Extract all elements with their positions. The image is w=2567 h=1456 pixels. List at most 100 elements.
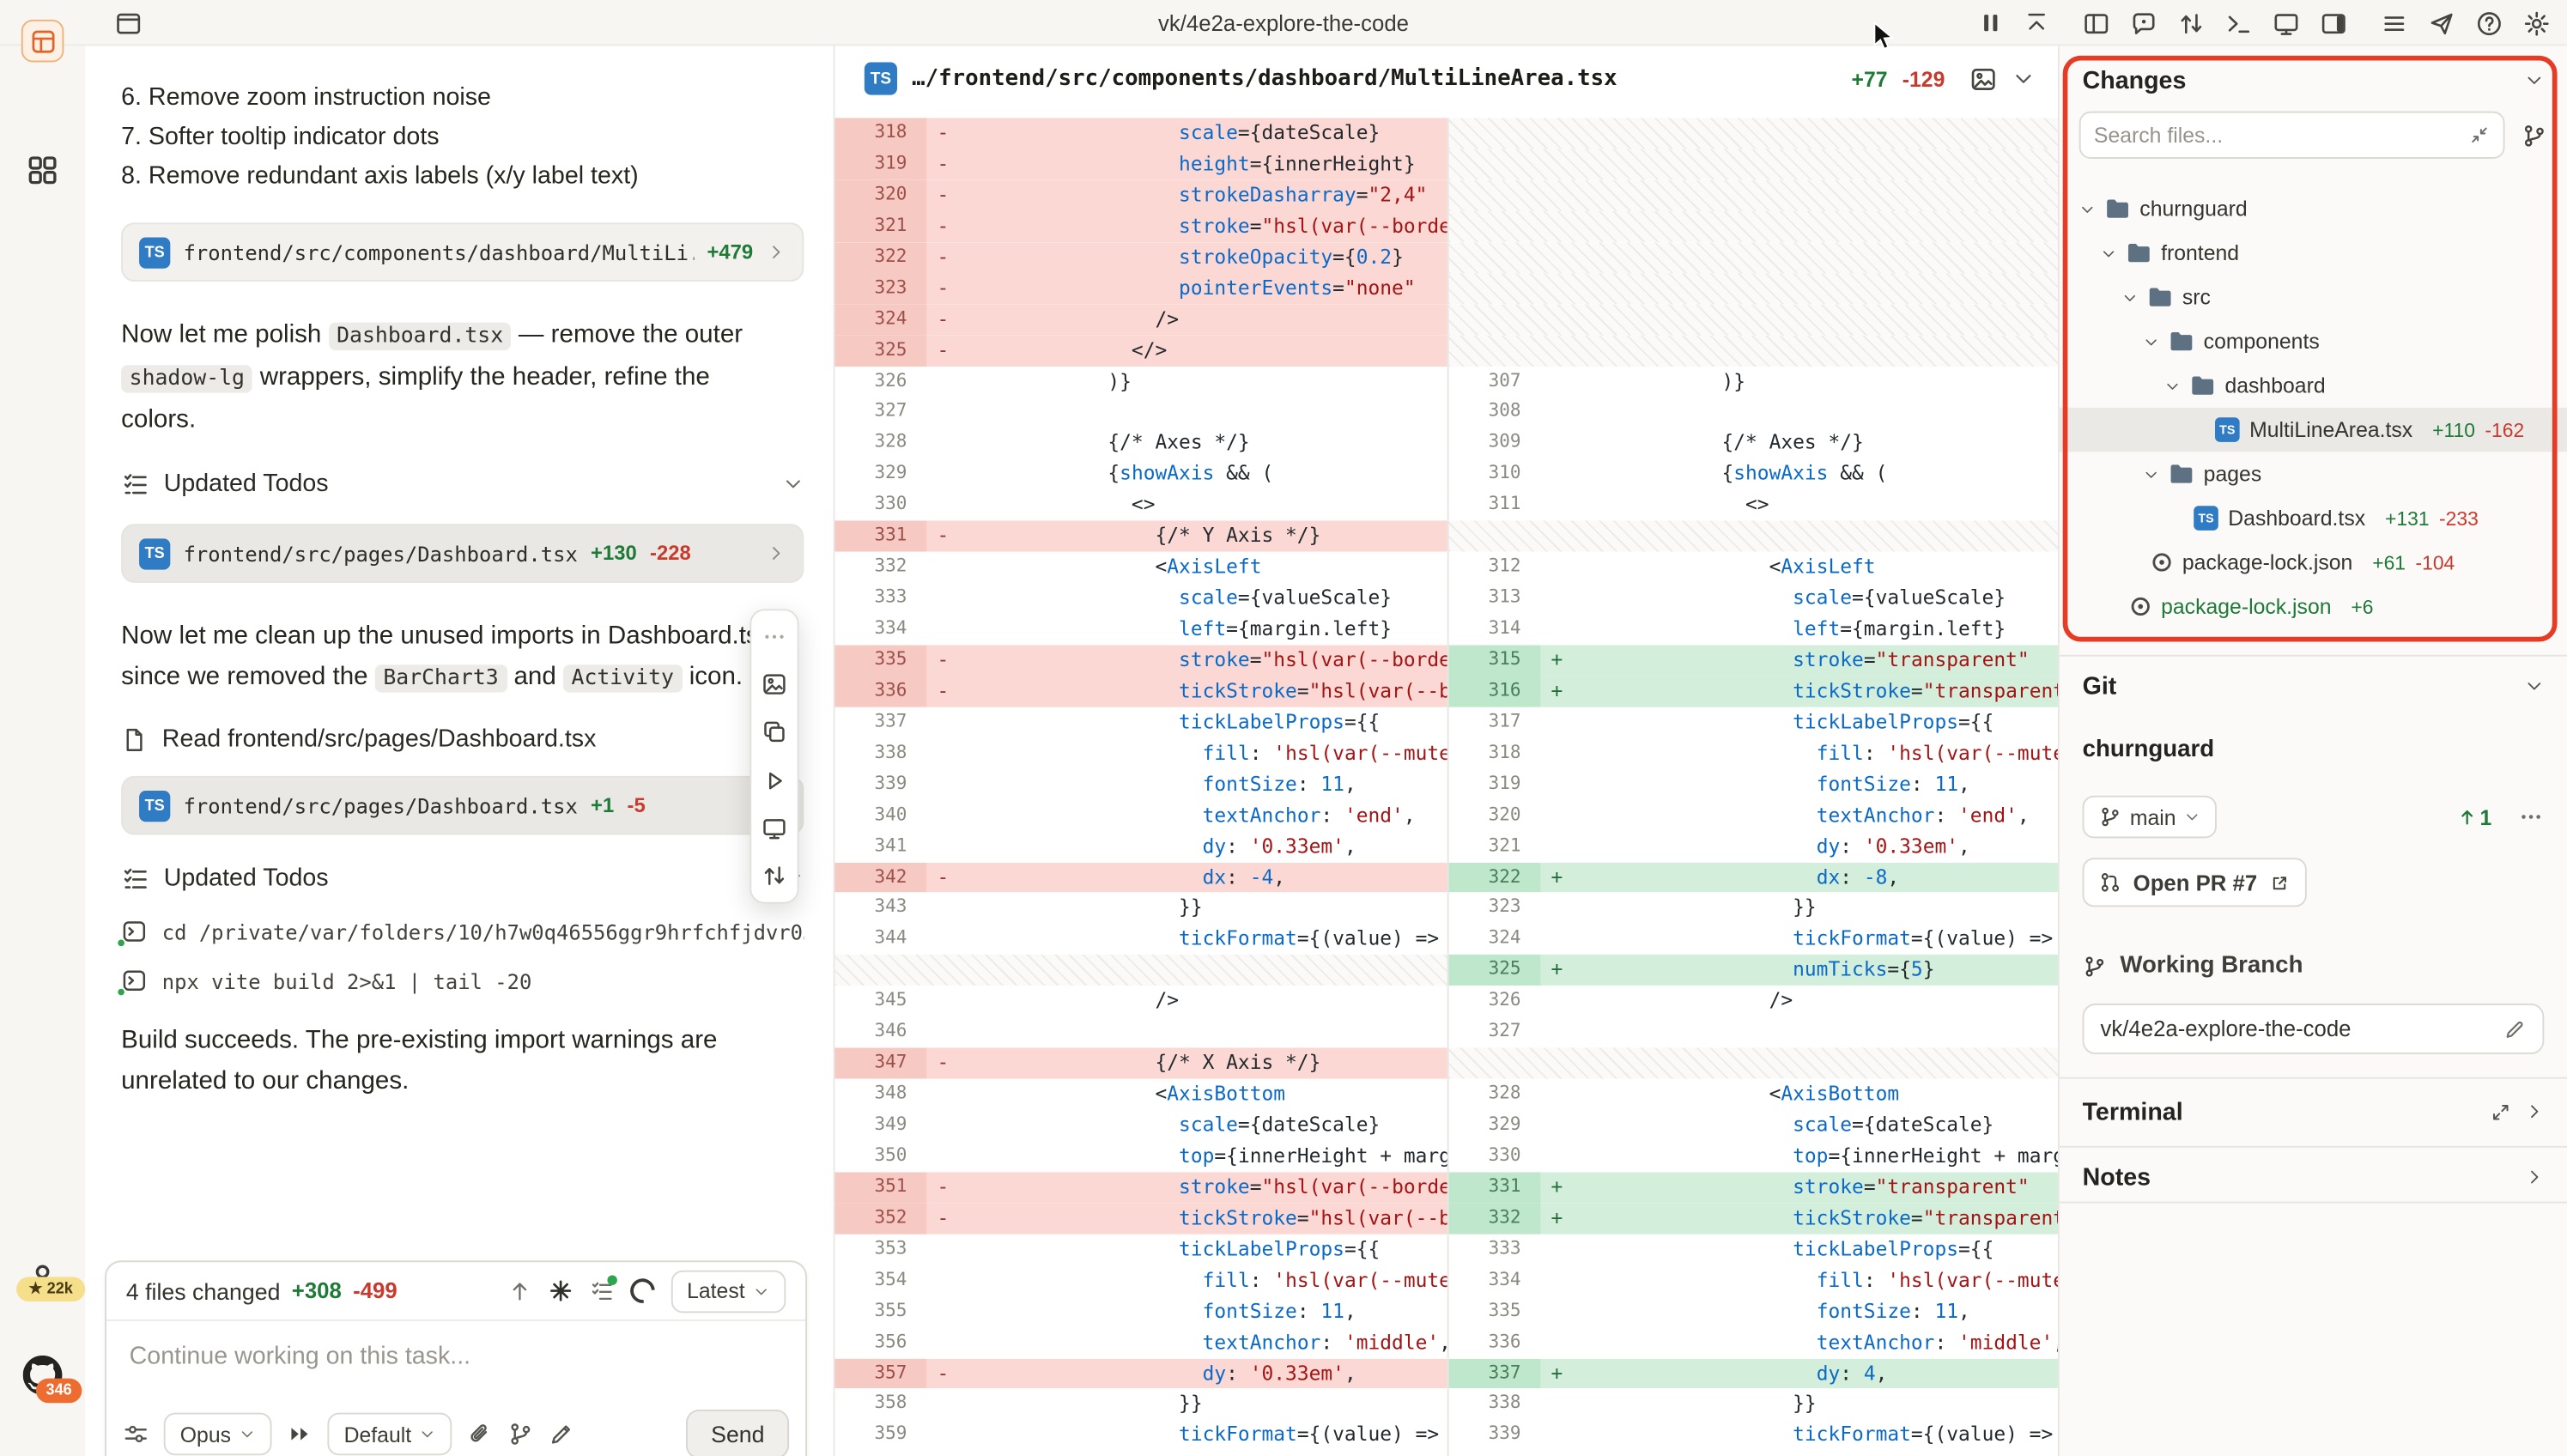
terminal-command-row[interactable]: cd /private/var/folders/10/h7w0q46556ggr… — [121, 919, 804, 945]
edit-button[interactable] — [549, 1421, 575, 1447]
chevron-down-icon — [2143, 333, 2159, 349]
git-section-header[interactable]: Git — [2060, 664, 2567, 707]
collapse-diff-button[interactable] — [2012, 67, 2036, 90]
edit-branch-button[interactable] — [2503, 1017, 2527, 1040]
terminal-command-row[interactable]: npx vite build 2>&1 | tail -20 — [121, 968, 804, 994]
paperclip-icon — [467, 1421, 494, 1447]
run-button[interactable] — [762, 767, 788, 793]
tree-folder-churnguard[interactable]: churnguard — [2060, 186, 2567, 230]
tree-folder-src[interactable]: src — [2060, 275, 2567, 318]
tree-file-multilinearea-tsx[interactable]: TSMultiLineArea.tsx+110-162 — [2060, 408, 2567, 452]
image-view-button[interactable] — [1969, 64, 1997, 92]
display-button[interactable] — [762, 815, 788, 841]
sparkle-button[interactable] — [548, 1278, 573, 1303]
copy-button[interactable] — [762, 719, 788, 746]
todos-row[interactable]: Updated Todos — [121, 470, 804, 497]
tree-folder-components[interactable]: components — [2060, 319, 2567, 363]
notes-section-header[interactable]: Notes — [2060, 1156, 2567, 1198]
deletions-count: -5 — [628, 794, 646, 817]
diff-right-line: 311 <> — [1447, 490, 2060, 521]
tree-file-package-lock-json[interactable]: package-lock.json+61-104 — [2060, 540, 2567, 584]
diff-right-line — [1447, 273, 2060, 304]
settings-sliders-button[interactable] — [123, 1421, 149, 1447]
diff-row: 318- scale={dateScale} — [835, 118, 2060, 149]
send-button[interactable]: Send — [687, 1410, 790, 1456]
columns-view-button[interactable] — [2083, 9, 2110, 36]
gear-icon — [2523, 9, 2551, 36]
chevron-right-icon[interactable] — [2524, 1101, 2544, 1121]
diff-left-line: 337 tickLabelProps={{ — [835, 707, 1447, 737]
changes-section-header[interactable]: Changes — [2060, 59, 2567, 102]
settings-button[interactable] — [2523, 9, 2551, 36]
tree-folder-pages[interactable]: pages — [2060, 452, 2567, 495]
diff-left-line: 357- dy: '0.33em', — [835, 1358, 1447, 1389]
tree-folder-frontend[interactable]: frontend — [2060, 231, 2567, 275]
model-dropdown[interactable]: Opus — [164, 1413, 272, 1456]
file-diff-chip[interactable]: TS frontend/src/pages/Dashboard.tsx +1 -… — [121, 776, 804, 835]
file-search-input[interactable]: Search files... — [2079, 112, 2505, 159]
attach-button[interactable] — [467, 1421, 494, 1447]
file-diff-chip[interactable]: TS frontend/src/pages/Dashboard.tsx +130… — [121, 524, 804, 583]
diff-row: 334 left={margin.left}314 left={margin.l… — [835, 614, 2060, 645]
tree-file-dashboard-tsx[interactable]: TSDashboard.tsx+131-233 — [2060, 496, 2567, 540]
scroll-up-button[interactable] — [507, 1278, 531, 1303]
branch-dropdown[interactable]: main — [2083, 796, 2218, 839]
collapse-tree-button[interactable] — [2469, 124, 2491, 146]
terminal-section-header[interactable]: Terminal — [2060, 1090, 2567, 1133]
chevron-right-icon[interactable] — [2524, 1168, 2544, 1187]
collapse-button[interactable] — [2024, 9, 2050, 36]
screenshot-button[interactable] — [762, 671, 788, 698]
file-diff-chip[interactable]: TS frontend/src/components/dashboard/Mul… — [121, 222, 804, 282]
pause-button[interactable] — [1978, 9, 2005, 36]
diff-row: 354 fill: 'hsl(var(--muted-foreground))'… — [835, 1265, 2060, 1295]
branch-button[interactable] — [508, 1421, 535, 1447]
tree-folder-dashboard[interactable]: dashboard — [2060, 363, 2567, 407]
chevron-down-icon[interactable] — [782, 473, 804, 494]
folder-icon — [2127, 242, 2151, 264]
todos-row[interactable]: Updated Todos — [121, 864, 804, 892]
chevron-down-icon[interactable] — [2524, 676, 2544, 696]
app-home-button[interactable] — [21, 20, 64, 63]
read-file-row[interactable]: Read frontend/src/pages/Dashboard.tsx — [121, 725, 804, 753]
more-button[interactable] — [762, 624, 788, 651]
sidebar-toggle-button[interactable] — [2320, 9, 2347, 36]
menu-button[interactable] — [2381, 9, 2408, 36]
compare-button[interactable] — [762, 863, 788, 889]
diff-right-line: 317 tickLabelProps={{ — [1447, 707, 2060, 737]
chat-view-button[interactable] — [2130, 9, 2157, 36]
version-dropdown[interactable]: Latest — [671, 1270, 786, 1313]
diff-left-line: 342- dx: -4, — [835, 862, 1447, 893]
tree-file-package-lock-json[interactable]: package-lock.json+6 — [2060, 585, 2567, 628]
help-button[interactable] — [2475, 9, 2503, 36]
share-button[interactable] — [2428, 9, 2455, 36]
additions-count: +130 — [591, 542, 637, 565]
chat-input[interactable]: Continue working on this task... — [106, 1321, 805, 1370]
tree-view-button[interactable] — [2521, 122, 2548, 149]
diff-row: 328 {/* Axes */}309 {/* Axes */} — [835, 428, 2060, 458]
terminal-view-button[interactable] — [2224, 9, 2252, 36]
grid-icon — [27, 154, 59, 186]
diff-right-line: 308 — [1447, 397, 2060, 428]
chip-file-name: frontend/src/pages/Dashboard.tsx — [184, 541, 578, 566]
todos-status-button[interactable] — [589, 1278, 614, 1303]
terminal-run-icon — [121, 968, 148, 994]
working-branch-input[interactable]: vk/4e2a-explore-the-code — [2083, 1004, 2545, 1054]
collapse-icon — [2469, 124, 2491, 146]
open-pr-button[interactable]: Open PR #7 — [2083, 858, 2307, 907]
expand-terminal-button[interactable] — [2490, 1101, 2511, 1122]
panel-toggle-button[interactable] — [114, 9, 142, 37]
more-dots-icon — [762, 624, 788, 651]
diff-view-button[interactable] — [2177, 9, 2205, 36]
fast-forward-button[interactable] — [287, 1421, 313, 1447]
display-view-button[interactable] — [2273, 9, 2300, 36]
diff-left-line: 320- strokeDasharray="2,4" — [835, 180, 1447, 211]
diff-row: 346327 — [835, 1017, 2060, 1048]
files-changed-bar[interactable]: 4 files changed +308 -499 Latest — [106, 1262, 805, 1321]
diff-right-line: 327 — [1447, 1017, 2060, 1048]
chevron-down-icon — [240, 1426, 256, 1442]
git-more-button[interactable] — [2518, 804, 2545, 830]
projects-button[interactable] — [27, 154, 59, 186]
chevron-down-icon[interactable] — [2524, 70, 2544, 90]
mode-dropdown[interactable]: Default — [328, 1413, 452, 1456]
image-icon — [1969, 64, 1997, 92]
